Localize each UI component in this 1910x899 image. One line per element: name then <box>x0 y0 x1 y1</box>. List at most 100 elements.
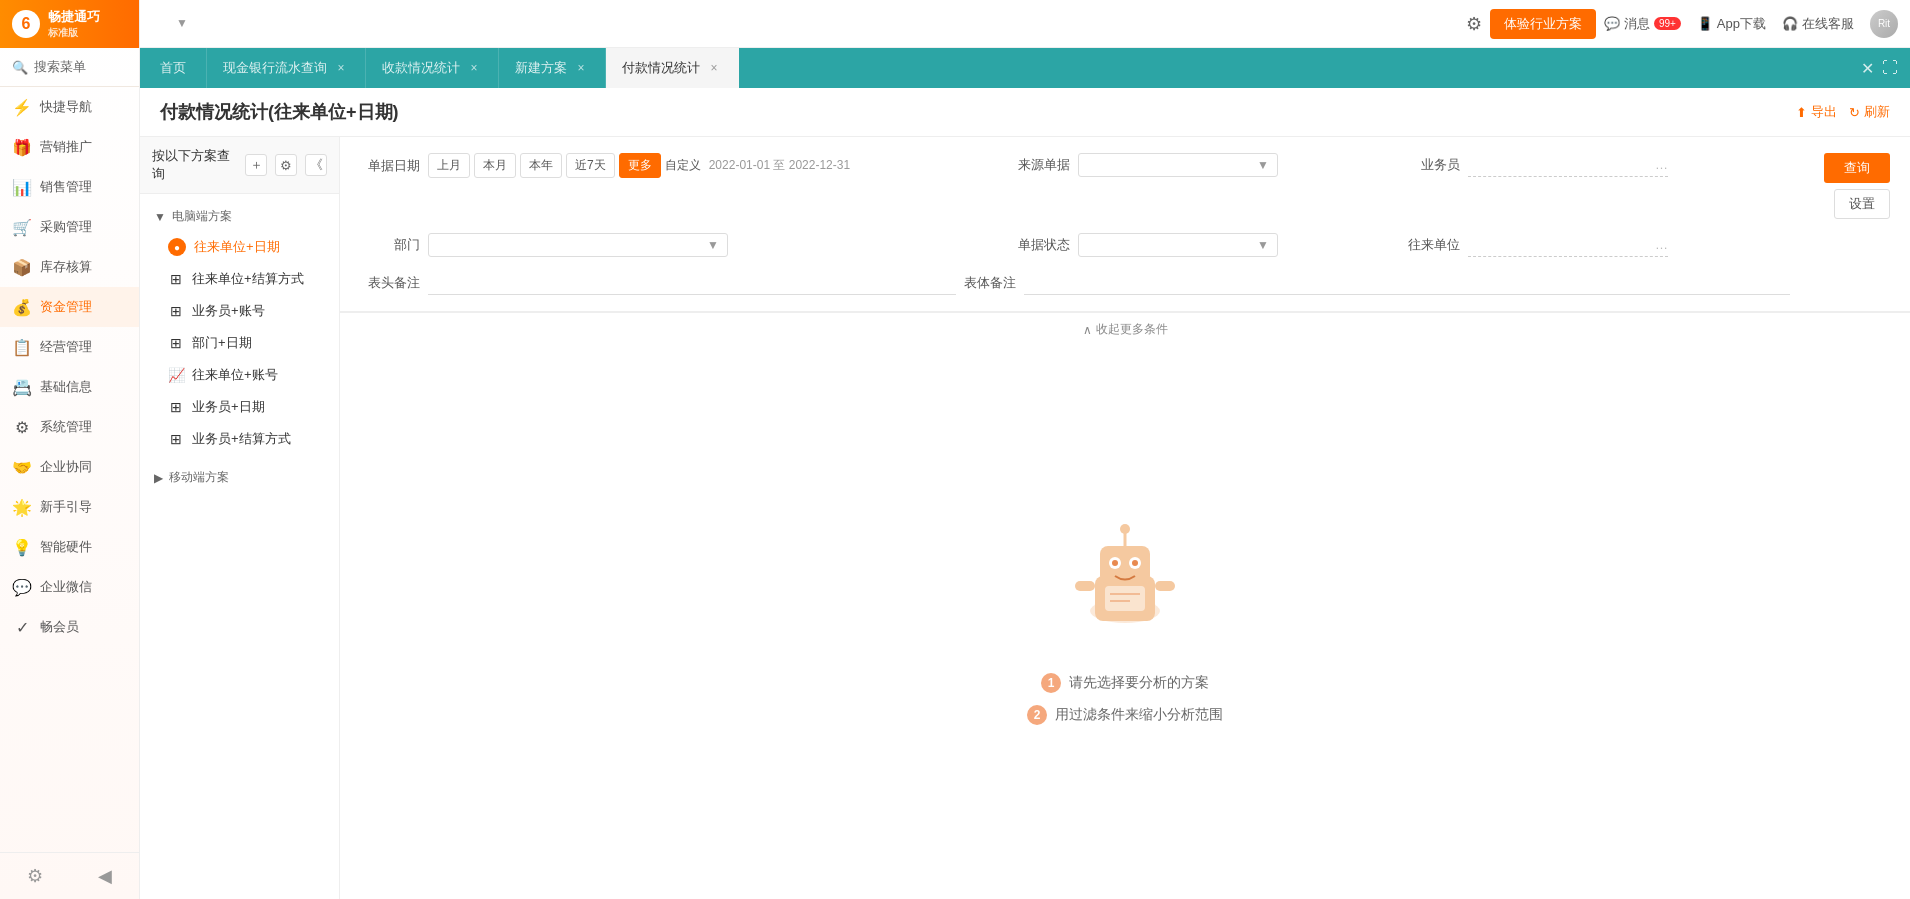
custom-label: 自定义 <box>665 157 701 174</box>
collapse-filter-btn[interactable]: ∧ 收起更多条件 <box>340 312 1910 346</box>
tab-payment-stats[interactable]: 付款情况统计 × <box>606 48 739 88</box>
user-avatar[interactable]: Rit <box>1870 10 1898 38</box>
filter-bill-date: 单据日期 上月 本月 本年 近7天 更多 自定义 2022-01-01 至 20… <box>360 153 1010 178</box>
table-body-note-label: 表体备注 <box>956 274 1016 292</box>
page-title-bar: 付款情况统计(往来单位+日期) ⬆ 导出 ↻ 刷新 <box>140 88 1910 137</box>
query-btn[interactable]: 查询 <box>1824 153 1890 183</box>
sidebar-item-marketing[interactable]: 🎁 营销推广 <box>0 127 139 167</box>
message-label: 消息 <box>1624 15 1650 33</box>
scheme-item-unit-account[interactable]: 📈 往来单位+账号 <box>140 359 339 391</box>
staff-label: 业务员 <box>1400 156 1460 174</box>
tab-home[interactable]: 首页 <box>140 48 207 88</box>
staff-input[interactable]: … <box>1468 153 1668 177</box>
date-btn-last-month[interactable]: 上月 <box>428 153 470 178</box>
sidebar-item-guide[interactable]: 🌟 新手引导 <box>0 487 139 527</box>
filter-table-body-note: 表体备注 <box>956 271 1790 295</box>
tab-income-stats[interactable]: 收款情况统计 × <box>366 48 499 88</box>
dept-control: ▼ <box>428 233 1010 257</box>
desktop-section-title[interactable]: ▼ 电脑端方案 <box>140 202 339 231</box>
collapse-panel-btn[interactable]: 《 <box>305 154 327 176</box>
tab-close-icon[interactable]: × <box>706 60 722 76</box>
table-header-note-control <box>428 271 956 295</box>
tab-close-all-icon[interactable]: ✕ <box>1861 59 1874 78</box>
tab-close-icon[interactable]: × <box>333 60 349 76</box>
sidebar-item-quick-nav[interactable]: ⚡ 快捷导航 <box>0 87 139 127</box>
scheme-item-staff-date[interactable]: ⊞ 业务员+日期 <box>140 391 339 423</box>
mobile-section-label: 移动端方案 <box>169 469 229 486</box>
empty-hint-2: 2 用过滤条件来缩小分析范围 <box>1027 705 1223 725</box>
settings-bottom-icon[interactable]: ⚙ <box>19 861 51 891</box>
app-download-icon: 📱 <box>1697 16 1713 31</box>
header-settings-icon[interactable]: ⚙ <box>1466 13 1482 35</box>
filter-bill-status: 单据状态 ▼ <box>1010 233 1400 257</box>
sidebar-item-capital[interactable]: 💰 资金管理 <box>0 287 139 327</box>
hint1-text: 请先选择要分析的方案 <box>1069 674 1209 692</box>
scheme-grid-icon: ⊞ <box>168 399 184 415</box>
scheme-item-staff-settlement[interactable]: ⊞ 业务员+结算方式 <box>140 423 339 455</box>
svg-rect-10 <box>1155 581 1175 591</box>
collapse-sidebar-icon[interactable]: ◀ <box>90 861 120 891</box>
table-header-note-input[interactable] <box>428 271 956 295</box>
sidebar-item-sales[interactable]: 📊 销售管理 <box>0 167 139 207</box>
online-service-btn[interactable]: 🎧 在线客服 <box>1782 15 1854 33</box>
search-menu[interactable]: 🔍 搜索菜单 <box>0 48 139 87</box>
sidebar: 6 畅捷通巧 标准版 🔍 搜索菜单 ⚡ 快捷导航 🎁 营销推广 📊 销售管理 🛒… <box>0 0 140 899</box>
date-btn-this-year[interactable]: 本年 <box>520 153 562 178</box>
source-bill-control: ▼ <box>1078 153 1400 177</box>
vip-icon: ✓ <box>12 617 32 637</box>
scheme-grid-icon: ⊞ <box>168 303 184 319</box>
tab-close-icon[interactable]: × <box>573 60 589 76</box>
sidebar-item-basic-info[interactable]: 📇 基础信息 <box>0 367 139 407</box>
scheme-item-dept-date[interactable]: ⊞ 部门+日期 <box>140 327 339 359</box>
table-body-note-input[interactable] <box>1024 271 1790 295</box>
settings-btn[interactable]: 设置 <box>1834 189 1890 219</box>
bill-status-label: 单据状态 <box>1010 236 1070 254</box>
export-btn[interactable]: ⬆ 导出 <box>1796 103 1837 121</box>
bill-status-select[interactable]: ▼ <box>1078 233 1278 257</box>
experience-btn[interactable]: 体验行业方案 <box>1490 9 1596 39</box>
sidebar-item-wechat[interactable]: 💬 企业微信 <box>0 567 139 607</box>
scheme-panel: 按以下方案查询 ＋ ⚙ 《 ▼ 电脑端方案 ● 往来单位+日期 ⊞ 往来单位+结… <box>140 137 340 899</box>
sidebar-bottom: ⚙ ◀ <box>0 852 139 899</box>
date-range-text: 2022-01-01 至 2022-12-31 <box>709 157 850 174</box>
avatar-text: Rit <box>1878 18 1890 29</box>
sidebar-item-system[interactable]: ⚙ 系统管理 <box>0 407 139 447</box>
mobile-section-title[interactable]: ▶ 移动端方案 <box>140 463 339 492</box>
sidebar-item-label: 资金管理 <box>40 298 92 316</box>
tab-close-icon[interactable]: × <box>466 60 482 76</box>
scheme-settings-btn[interactable]: ⚙ <box>275 154 297 176</box>
sidebar-item-purchase[interactable]: 🛒 采购管理 <box>0 207 139 247</box>
date-btn-more[interactable]: 更多 <box>619 153 661 178</box>
filter-area: 单据日期 上月 本月 本年 近7天 更多 自定义 2022-01-01 至 20… <box>340 137 1910 312</box>
sidebar-item-enterprise[interactable]: 🤝 企业协同 <box>0 447 139 487</box>
scheme-item-staff-account[interactable]: ⊞ 业务员+账号 <box>140 295 339 327</box>
source-bill-select[interactable]: ▼ <box>1078 153 1278 177</box>
tab-new-scheme[interactable]: 新建方案 × <box>499 48 606 88</box>
refresh-btn[interactable]: ↻ 刷新 <box>1849 103 1890 121</box>
select-arrow-icon: ▼ <box>1257 158 1269 172</box>
sidebar-item-operation[interactable]: 📋 经营管理 <box>0 327 139 367</box>
svg-point-6 <box>1132 560 1138 566</box>
dept-select[interactable]: ▼ <box>428 233 728 257</box>
add-scheme-btn[interactable]: ＋ <box>245 154 267 176</box>
date-btn-7days[interactable]: 近7天 <box>566 153 615 178</box>
scheme-item-unit-date[interactable]: ● 往来单位+日期 <box>140 231 339 263</box>
hint2-number: 2 <box>1027 705 1047 725</box>
counterpart-input[interactable]: … <box>1468 233 1668 257</box>
message-btn[interactable]: 💬 消息 99+ <box>1604 15 1681 33</box>
scheme-item-unit-settlement[interactable]: ⊞ 往来单位+结算方式 <box>140 263 339 295</box>
tab-bank-flow[interactable]: 现金银行流水查询 × <box>207 48 366 88</box>
sidebar-item-inventory[interactable]: 📦 库存核算 <box>0 247 139 287</box>
scheme-item-label: 往来单位+账号 <box>192 366 278 384</box>
tab-maximize-icon[interactable]: ⛶ <box>1882 59 1898 77</box>
sidebar-item-label: 畅会员 <box>40 618 79 636</box>
sidebar-item-vip[interactable]: ✓ 畅会员 <box>0 607 139 647</box>
scheme-item-label: 业务员+账号 <box>192 302 265 320</box>
wechat-icon: 💬 <box>12 577 32 597</box>
dropdown-arrow[interactable]: ▼ <box>176 16 188 30</box>
date-btn-this-month[interactable]: 本月 <box>474 153 516 178</box>
filter-dept: 部门 ▼ <box>360 233 1010 257</box>
bill-status-control: ▼ <box>1078 233 1400 257</box>
sidebar-item-hardware[interactable]: 💡 智能硬件 <box>0 527 139 567</box>
app-download-btn[interactable]: 📱 App下载 <box>1697 15 1766 33</box>
